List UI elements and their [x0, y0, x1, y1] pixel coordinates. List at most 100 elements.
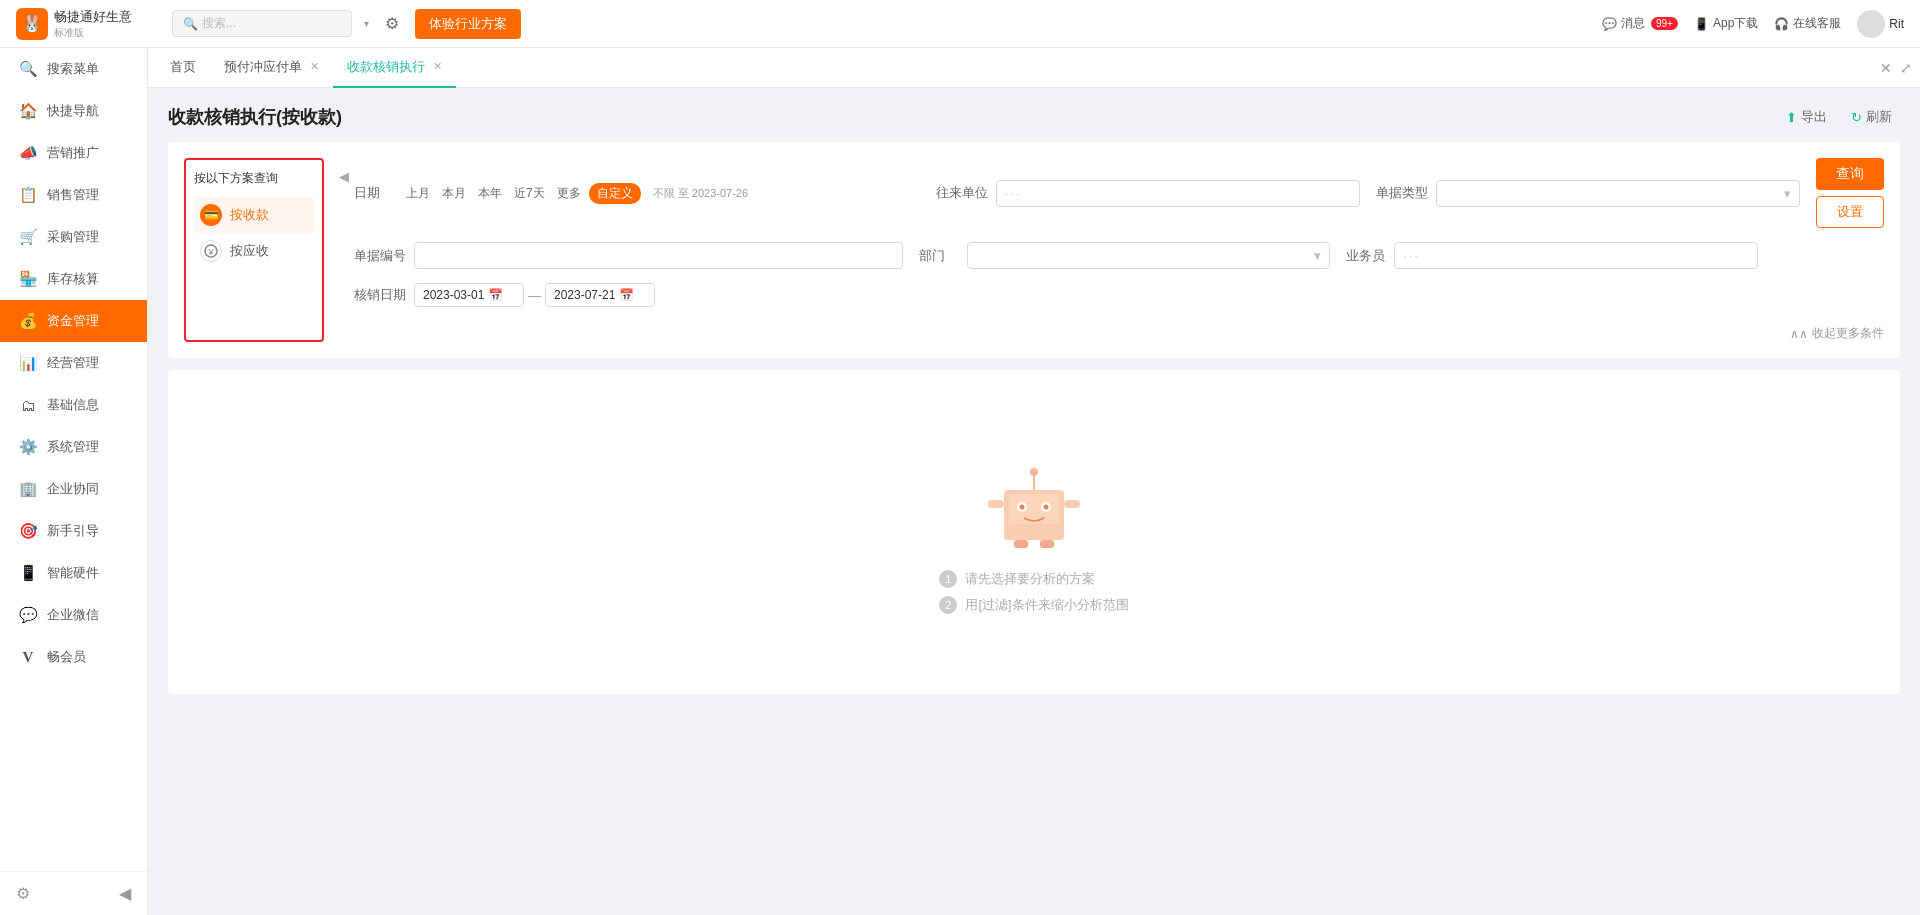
- sidebar-item-member[interactable]: V 畅会员: [0, 636, 147, 678]
- sidebar-item-sales[interactable]: 📋 销售管理: [0, 174, 147, 216]
- date-sublabel: 不限 至 2023-07-26: [653, 186, 748, 201]
- sidebar-item-search[interactable]: 🔍 搜索菜单: [0, 48, 147, 90]
- salesperson-select[interactable]: ···: [1394, 242, 1758, 269]
- document-type-filter: 单据类型 ▾: [1376, 180, 1800, 207]
- empty-state: 1 请先选择要分析的方案 2 用[过滤]条件来缩小分析范围: [168, 370, 1900, 694]
- top-bar-right: 💬 消息 99+ 📱 App下载 🎧 在线客服 Rit: [1602, 10, 1904, 38]
- refresh-button[interactable]: ↻ 刷新: [1843, 104, 1900, 130]
- empty-tip-1: 1 请先选择要分析的方案: [939, 570, 1128, 588]
- tab-receivable[interactable]: 收款核销执行 ✕: [333, 48, 456, 88]
- chevron-up-icon: ∧∧: [1790, 327, 1808, 341]
- tip-number-2: 2: [939, 596, 957, 614]
- avatar: [1857, 10, 1885, 38]
- date-shortcuts: 上月 本月 本年 近7天 更多 自定义: [402, 183, 641, 204]
- sidebar-item-purchase[interactable]: 🛒 采购管理: [0, 216, 147, 258]
- export-button[interactable]: ⬆ 导出: [1778, 104, 1835, 130]
- department-filter: 部门 ▾: [919, 242, 1331, 269]
- document-number-label: 单据编号: [354, 247, 406, 265]
- setting-button[interactable]: 设置: [1816, 196, 1884, 228]
- filter-row-1: 日期 上月 本月 本年 近7天 更多 自定义 不限 至 2023-07-26: [354, 158, 1884, 228]
- write-off-date-range: 2023-03-01 📅 — 2023-07-21 📅: [414, 283, 655, 307]
- page-actions: ⬆ 导出 ↻ 刷新: [1778, 104, 1900, 130]
- filter-form: 日期 上月 本月 本年 近7天 更多 自定义 不限 至 2023-07-26: [354, 158, 1884, 342]
- sidebar-item-basic[interactable]: 🗂 基础信息: [0, 384, 147, 426]
- sidebar-item-inventory[interactable]: 🏪 库存核算: [0, 258, 147, 300]
- sidebar-item-hardware[interactable]: 📱 智能硬件: [0, 552, 147, 594]
- counterparty-select[interactable]: ···: [996, 180, 1360, 207]
- date-shortcut-more[interactable]: 更多: [553, 183, 585, 204]
- collapse-more-button[interactable]: ∧∧ 收起更多条件: [1790, 325, 1884, 342]
- date-shortcut-this-month[interactable]: 本月: [438, 183, 470, 204]
- filter-sidebar: 按以下方案查询 💳 按收款 ¥ 按应收: [184, 158, 324, 342]
- sidebar-item-marketing[interactable]: 📣 营销推广: [0, 132, 147, 174]
- calendar-icon: 📅: [619, 288, 634, 302]
- tab-prepay[interactable]: 预付冲应付单 ✕: [210, 48, 333, 88]
- collapse-filter-button[interactable]: ◀: [334, 166, 354, 186]
- counterparty-label: 往来单位: [936, 184, 988, 202]
- date-shortcut-this-year[interactable]: 本年: [474, 183, 506, 204]
- date-shortcut-7days[interactable]: 近7天: [510, 183, 549, 204]
- svg-point-9: [1030, 468, 1038, 476]
- query-button[interactable]: 查询: [1816, 158, 1884, 190]
- export-icon: ⬆: [1786, 110, 1797, 125]
- filter-option-by-receivable[interactable]: ¥ 按应收: [194, 233, 314, 269]
- top-bar: 🐰 畅捷通好生意 标准版 🔍 搜索... ▾ ⚙ 体验行业方案 💬 消息 99+…: [0, 0, 1920, 48]
- document-type-select[interactable]: ▾: [1436, 180, 1800, 207]
- basic-icon: 🗂: [19, 397, 37, 414]
- message-icon: 💬: [1602, 17, 1617, 31]
- tab-close-prepay[interactable]: ✕: [310, 60, 319, 73]
- document-number-filter: 单据编号: [354, 242, 903, 269]
- sales-icon: 📋: [19, 186, 37, 204]
- message-action[interactable]: 💬 消息 99+: [1602, 15, 1678, 32]
- chevron-down-icon[interactable]: ▾: [364, 18, 369, 29]
- tab-bar: 首页 预付冲应付单 ✕ 收款核销执行 ✕ ✕ ⤢: [148, 48, 1920, 88]
- sidebar-item-system[interactable]: ⚙️ 系统管理: [0, 426, 147, 468]
- empty-svg: [974, 450, 1094, 550]
- date-filter: 日期 上月 本月 本年 近7天 更多 自定义 不限 至 2023-07-26: [354, 183, 920, 204]
- inventory-icon: 🏪: [19, 270, 37, 288]
- online-service-action[interactable]: 🎧 在线客服: [1774, 15, 1841, 32]
- gear-icon[interactable]: ⚙: [385, 14, 399, 33]
- sidebar-item-guide[interactable]: 🎯 新手引导: [0, 510, 147, 552]
- sidebar-item-shortcuts[interactable]: 🏠 快捷导航: [0, 90, 147, 132]
- document-number-input[interactable]: [414, 242, 903, 269]
- sidebar-item-enterprise[interactable]: 🏢 企业协同: [0, 468, 147, 510]
- write-off-start-input[interactable]: 2023-03-01 📅: [414, 283, 524, 307]
- user-menu[interactable]: Rit: [1857, 10, 1904, 38]
- collapse-sidebar-icon[interactable]: ◀: [119, 884, 131, 903]
- filter-row-3: 核销日期 2023-03-01 📅 — 2023-07-21 📅: [354, 283, 1884, 307]
- sidebar-item-operations[interactable]: 📊 经营管理: [0, 342, 147, 384]
- filter-option-by-receipt[interactable]: 💳 按收款: [194, 197, 314, 233]
- svg-point-7: [1044, 505, 1049, 510]
- close-tab-icon[interactable]: ✕: [1880, 60, 1892, 76]
- chevron-down-icon: ▾: [1784, 186, 1791, 201]
- date-separator: —: [528, 288, 541, 303]
- write-off-date-label: 核销日期: [354, 286, 406, 304]
- sidebar-item-finance[interactable]: 💰 资金管理: [0, 300, 147, 342]
- app-download-action[interactable]: 📱 App下载: [1694, 15, 1758, 32]
- industry-button[interactable]: 体验行业方案: [415, 9, 521, 39]
- sidebar-item-wechat[interactable]: 💬 企业微信: [0, 594, 147, 636]
- search-box[interactable]: 🔍 搜索...: [172, 10, 352, 37]
- filter-sidebar-title: 按以下方案查询: [194, 170, 314, 187]
- tab-close-receivable[interactable]: ✕: [433, 60, 442, 73]
- finance-icon: 💰: [19, 312, 37, 330]
- action-buttons: 查询 设置: [1816, 158, 1884, 228]
- department-select[interactable]: ▾: [967, 242, 1331, 269]
- date-shortcut-last-month[interactable]: 上月: [402, 183, 434, 204]
- document-type-label: 单据类型: [1376, 184, 1428, 202]
- calendar-icon: 📅: [488, 288, 503, 302]
- enterprise-icon: 🏢: [19, 480, 37, 498]
- tab-home[interactable]: 首页: [156, 48, 210, 88]
- search-icon: 🔍: [183, 17, 198, 31]
- content-area: 首页 预付冲应付单 ✕ 收款核销执行 ✕ ✕ ⤢ 收款核销执行(按收款): [148, 48, 1920, 915]
- date-shortcut-custom[interactable]: 自定义: [589, 183, 641, 204]
- expand-tab-icon[interactable]: ⤢: [1900, 60, 1912, 76]
- salesperson-filter: 业务员 ···: [1346, 242, 1758, 269]
- write-off-date-filter: 核销日期 2023-03-01 📅 — 2023-07-21 📅: [354, 283, 1884, 307]
- write-off-end-input[interactable]: 2023-07-21 📅: [545, 283, 655, 307]
- settings-icon[interactable]: ⚙: [16, 884, 30, 903]
- counterparty-filter: 往来单位 ···: [936, 180, 1360, 207]
- svg-point-6: [1020, 505, 1025, 510]
- marketing-icon: 📣: [19, 144, 37, 162]
